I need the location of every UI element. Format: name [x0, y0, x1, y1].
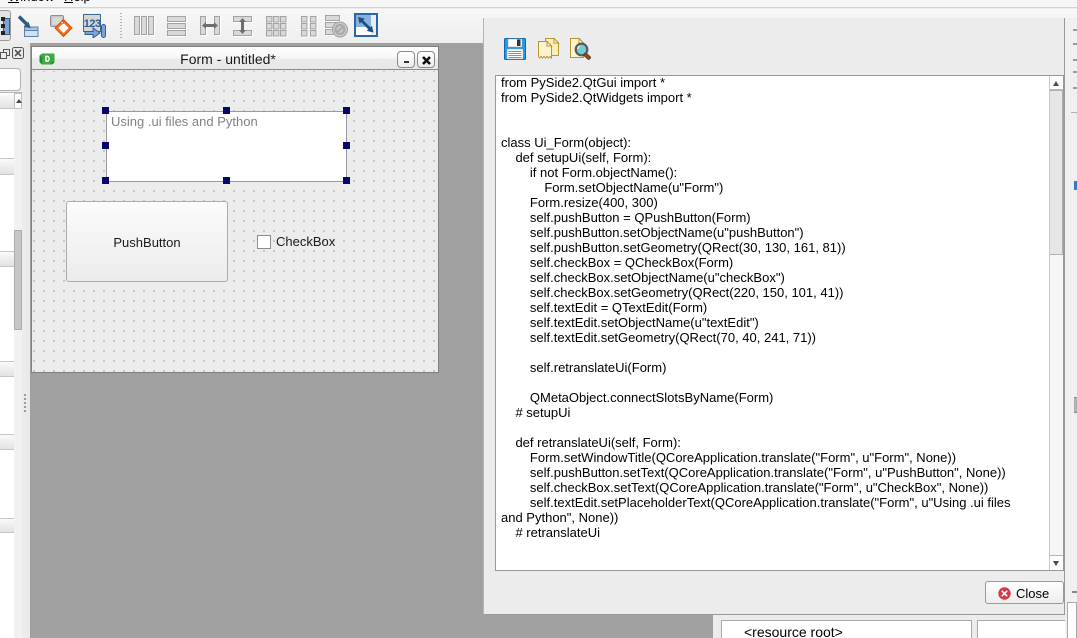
svg-text:123: 123 [84, 18, 101, 30]
